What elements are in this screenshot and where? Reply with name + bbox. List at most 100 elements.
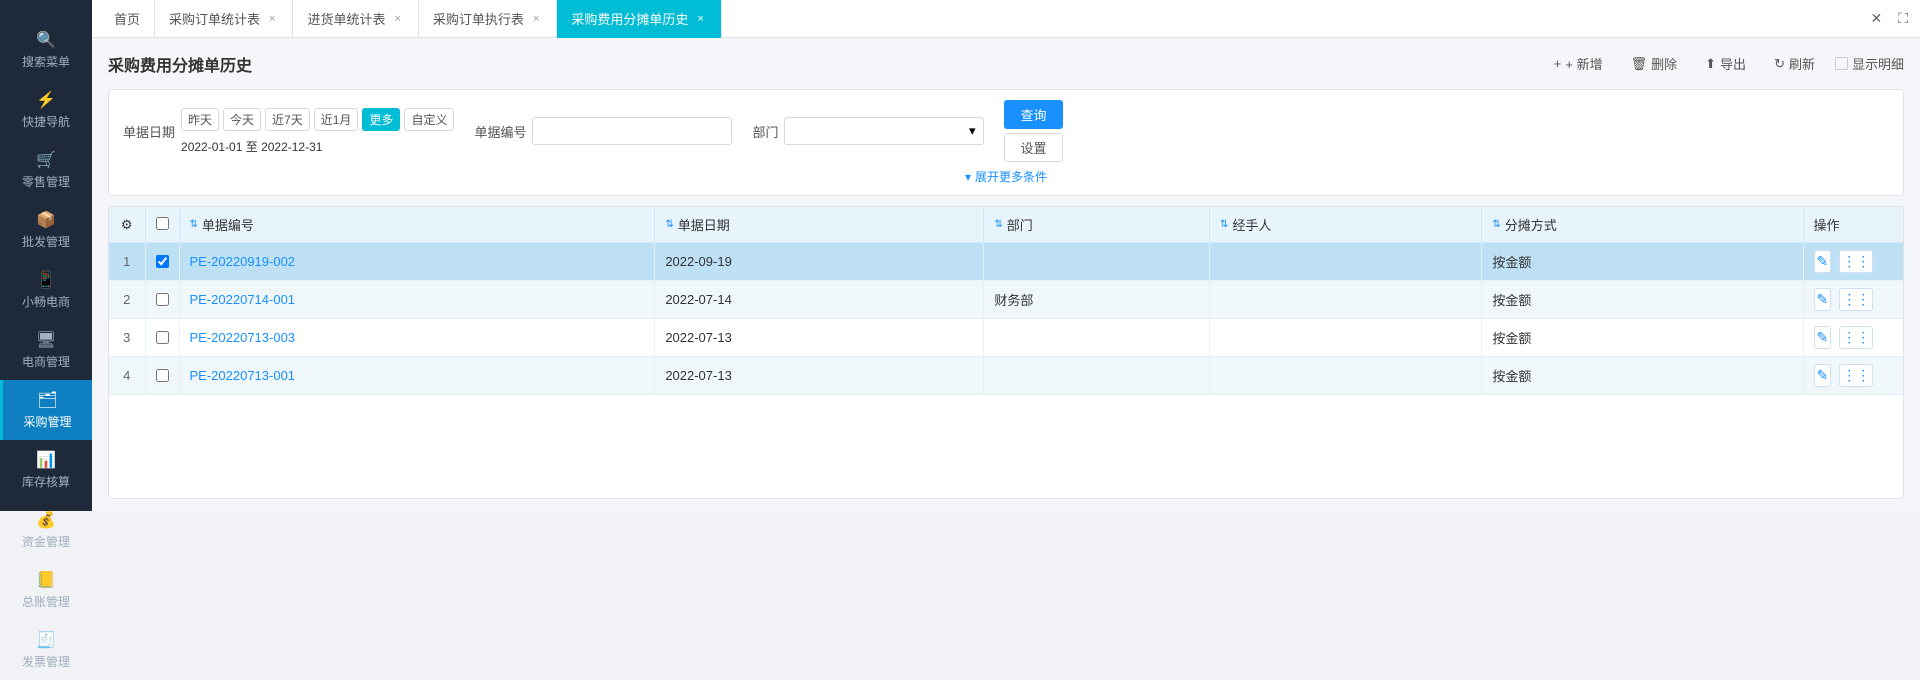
tab-close-icon[interactable]: × [266,12,278,26]
row-checkbox[interactable] [156,331,169,344]
edit-icon[interactable]: ✎ [1814,326,1832,349]
export-icon: ⬆ [1705,56,1716,72]
sidebar-item-label: 批发管理 [22,233,70,250]
sidebar-item-retail[interactable]: 🛒零售管理 [0,140,92,200]
sidebar-item-search[interactable]: 🔍搜索菜单 [0,20,92,80]
tab-inbound-stat[interactable]: 进货单统计表× [293,0,418,38]
date-filter-group: 昨天 今天 近7天 近1月 更多 自定义 2022-01-01 至 2022-1… [181,108,454,155]
sidebar-item-label: 电商管理 [22,353,70,370]
expand-conditions[interactable]: ▾ 展开更多条件 [123,168,1889,185]
sidebar-item-quick[interactable]: ⚡ 快捷导航 [0,80,92,140]
sidebar-item-mini[interactable]: 📱小畅电商 [0,260,92,320]
search-icon: 🔍 [36,30,56,50]
table-row[interactable]: 1 PE-20220919-002 2022-09-19 按金额 ✎⋮⋮ [109,243,1903,281]
td-checkbox [145,281,179,319]
sidebar-item-finance[interactable]: 💰资金管理 [0,500,92,560]
row-checkbox[interactable] [156,293,169,306]
doc-no-link[interactable]: PE-20220713-001 [190,368,296,383]
table-header: ⚙ ⇅ 单据编号 ⇅ 单据日期 ⇅ 部门 ⇅ 经手人 ⇅ 分摊方式 操作 [109,207,1903,243]
td-doc-no: PE-20220713-003 [179,319,655,357]
th-doc-date[interactable]: ⇅ 单据日期 [655,207,984,243]
more-icon[interactable]: ⋮⋮ [1839,364,1873,387]
sort-icon: ⇅ [1492,219,1500,230]
chevron-down-icon: ▾ [965,170,971,184]
display-toggle[interactable]: 显示明细 [1835,54,1904,73]
td-checkbox [145,319,179,357]
more-icon[interactable]: ⋮⋮ [1839,288,1873,311]
sidebar-item-purchase[interactable]: 🗂采购管理 [0,380,92,440]
page-header: 采购费用分摊单历史 + + 新增 🗑 删除 ⬆ 导出 ↻ 刷新 [108,50,1904,77]
sort-icon: ⇅ [190,219,198,230]
filter-docno-item: 单据编号 [474,117,732,145]
sidebar-item-invoice[interactable]: 🧾发票管理 [0,620,92,680]
tab-purchase-cost-history[interactable]: 采购费用分摊单历史× [557,0,721,38]
date-btn-yesterday[interactable]: 昨天 [181,108,219,131]
select-all-checkbox[interactable] [156,217,169,230]
add-button[interactable]: + + 新增 [1546,50,1611,77]
table-row[interactable]: 2 PE-20220714-001 2022-07-14 财务部 按金额 ✎⋮⋮ [109,281,1903,319]
settings-button[interactable]: 设置 [1004,133,1062,162]
tab-close-icon[interactable]: × [530,12,542,26]
maximize-icon[interactable]: ⛶ [1894,6,1912,31]
export-label: 导出 [1720,54,1746,73]
close-window-icon[interactable]: ✕ [1866,6,1886,31]
edit-icon[interactable]: ✎ [1814,250,1832,273]
sidebar-item-label: 快捷导航 [22,113,70,130]
table-row[interactable]: 4 PE-20220713-001 2022-07-13 按金额 ✎⋮⋮ [109,357,1903,395]
th-dept[interactable]: ⇅ 部门 [984,207,1210,243]
display-toggle-checkbox[interactable] [1835,57,1848,70]
sidebar-item-ecommerce[interactable]: 🖥电商管理 [0,320,92,380]
search-button[interactable]: 查询 [1004,100,1062,129]
purchase-icon: 🗂 [37,390,57,410]
td-num: 3 [109,319,145,357]
date-btn-1month[interactable]: 近1月 [314,108,359,131]
edit-icon[interactable]: ✎ [1814,288,1832,311]
td-handler [1210,357,1482,395]
td-handler [1210,281,1482,319]
th-settings[interactable]: ⚙ [109,207,145,243]
date-btn-today[interactable]: 今天 [223,108,261,131]
dept-filter-label: 部门 [752,122,778,141]
more-icon[interactable]: ⋮⋮ [1839,326,1873,349]
row-checkbox[interactable] [156,255,169,268]
tab-close-icon[interactable]: × [391,12,403,26]
td-split-method: 按金额 [1482,243,1803,281]
refresh-button[interactable]: ↻ 刷新 [1766,50,1823,77]
date-btn-custom[interactable]: 自定义 [404,108,454,131]
sidebar-item-ledger[interactable]: 📒总账管理 [0,560,92,620]
tab-purchase-exec[interactable]: 采购订单执行表× [419,0,557,38]
sidebar-item-wholesale[interactable]: 📦批发管理 [0,200,92,260]
sort-icon: ⇅ [665,219,673,230]
doc-no-link[interactable]: PE-20220713-003 [190,330,296,345]
tab-purchase-order-stat[interactable]: 采购订单统计表× [155,0,293,38]
docno-filter-input[interactable] [532,117,732,145]
page-title: 采购费用分摊单历史 [108,52,252,76]
th-handler[interactable]: ⇅ 经手人 [1210,207,1482,243]
date-quick-btns: 昨天 今天 近7天 近1月 更多 自定义 [181,108,454,131]
sidebar-item-inventory[interactable]: 📊库存核算 [0,440,92,500]
refresh-icon: ↻ [1774,56,1785,72]
doc-no-link[interactable]: PE-20220714-001 [190,292,296,307]
th-split-method[interactable]: ⇅ 分摊方式 [1482,207,1803,243]
more-icon[interactable]: ⋮⋮ [1839,250,1873,273]
tab-home[interactable]: 首页 [100,0,155,38]
td-doc-no: PE-20220919-002 [179,243,655,281]
filter-area: 单据日期 昨天 今天 近7天 近1月 更多 自定义 2022-01-01 至 2… [108,89,1904,196]
refresh-label: 刷新 [1789,54,1815,73]
doc-no-link[interactable]: PE-20220919-002 [190,254,296,269]
sidebar-item-label: 小畅电商 [22,293,70,310]
toolbar: + + 新增 🗑 删除 ⬆ 导出 ↻ 刷新 显示明细 [1546,50,1904,77]
row-checkbox[interactable] [156,369,169,382]
quick-icon: ⚡ [36,90,56,110]
dept-filter-select[interactable]: ▾ [784,117,984,145]
export-button[interactable]: ⬆ 导出 [1697,50,1754,77]
tab-label: 首页 [114,9,140,28]
delete-button[interactable]: 🗑 删除 [1623,50,1686,77]
table-row[interactable]: 3 PE-20220713-003 2022-07-13 按金额 ✎⋮⋮ [109,319,1903,357]
tab-close-icon[interactable]: × [694,12,706,26]
tab-bar: 首页采购订单统计表×进货单统计表×采购订单执行表×采购费用分摊单历史× ✕ ⛶ [92,0,1920,38]
date-btn-more[interactable]: 更多 [362,108,400,131]
edit-icon[interactable]: ✎ [1814,364,1832,387]
date-btn-7days[interactable]: 近7天 [265,108,310,131]
th-doc-no[interactable]: ⇅ 单据编号 [179,207,655,243]
